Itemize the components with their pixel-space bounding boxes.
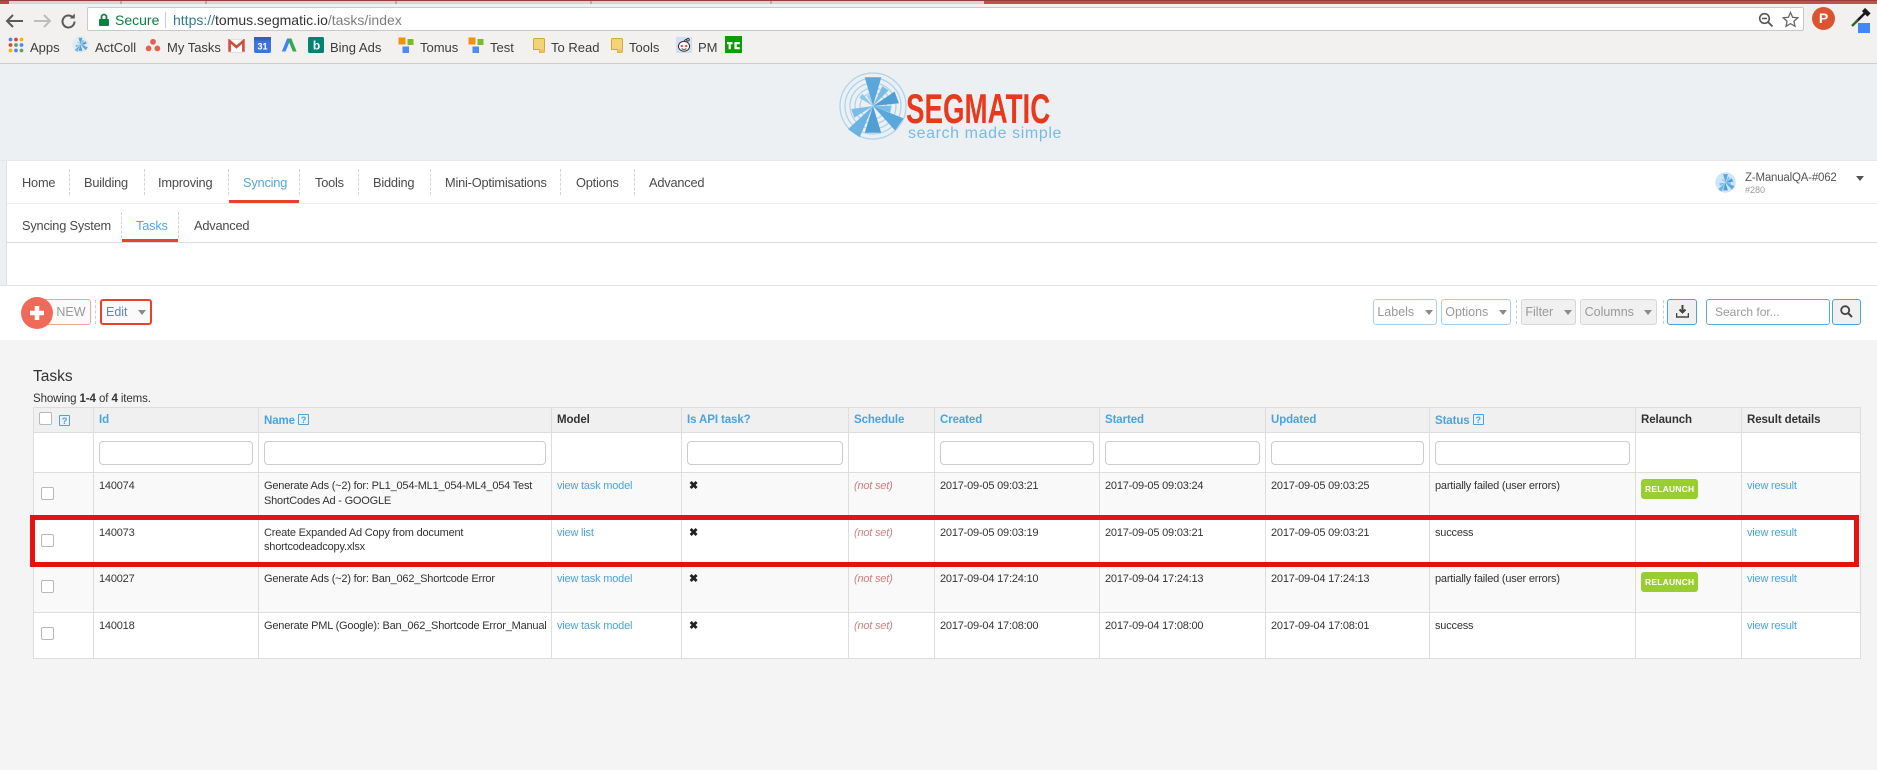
svg-text:b: b <box>313 38 320 52</box>
svg-text:31: 31 <box>257 41 267 51</box>
